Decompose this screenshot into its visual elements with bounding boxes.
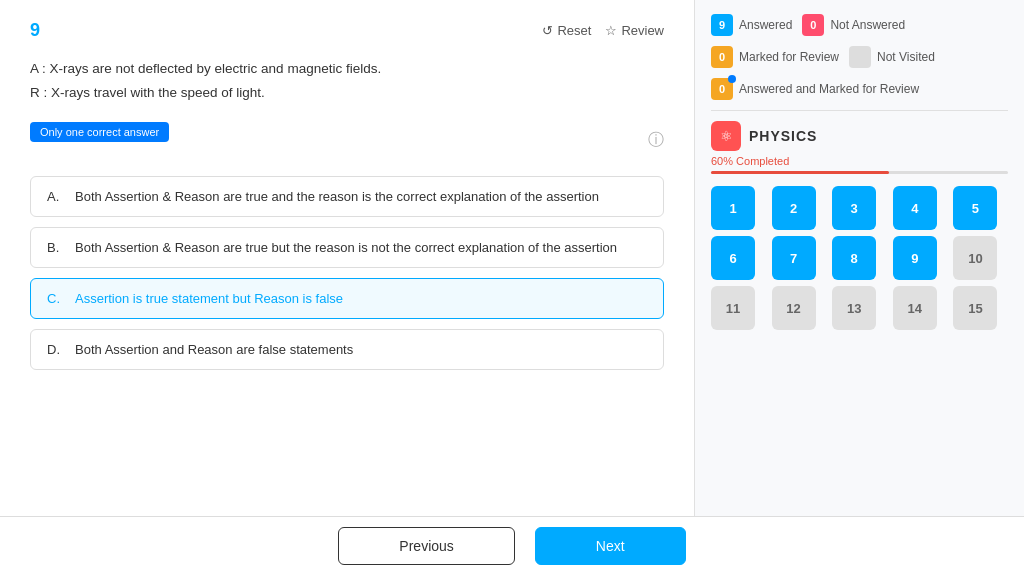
reason-line: R : X-rays travel with the speed of ligh… [30,81,664,105]
info-icon[interactable]: ⓘ [648,130,664,151]
option-a-label: A. [47,189,63,204]
option-c[interactable]: C. Assertion is true statement but Reaso… [30,278,664,319]
answered-marked-label: Answered and Marked for Review [739,82,919,96]
sidebar: 9 Answered 0 Not Answered 0 Marked for R… [694,0,1024,516]
question-grid: 1 2 3 4 5 6 7 8 9 10 11 12 13 14 15 [711,186,1008,330]
option-d-label: D. [47,342,63,357]
option-c-label: C. [47,291,63,306]
option-b-label: B. [47,240,63,255]
grid-btn-8[interactable]: 8 [832,236,876,280]
review-button[interactable]: ☆ Review [605,23,664,38]
subject-title: PHYSICS [749,128,817,144]
question-number: 9 [30,20,40,41]
bottom-nav: Previous Next [0,516,1024,575]
previous-button[interactable]: Previous [338,527,514,565]
grid-btn-12[interactable]: 12 [772,286,816,330]
option-b-text: Both Assertion & Reason are true but the… [75,240,617,255]
subject-icon: ⚛ [711,121,741,151]
legend-row-1: 9 Answered 0 Not Answered [711,14,1008,36]
legend-answered: 9 Answered [711,14,792,36]
answered-label: Answered [739,18,792,32]
grid-btn-6[interactable]: 6 [711,236,755,280]
question-header: 9 ↺ Reset ☆ Review [30,20,664,41]
option-c-text: Assertion is true statement but Reason i… [75,291,343,306]
grid-btn-11[interactable]: 11 [711,286,755,330]
grid-btn-5[interactable]: 5 [953,186,997,230]
progress-bar-background [711,171,1008,174]
grid-btn-13[interactable]: 13 [832,286,876,330]
question-panel: 9 ↺ Reset ☆ Review A : X-rays are not de… [0,0,694,516]
answered-badge: 9 [711,14,733,36]
next-button[interactable]: Next [535,527,686,565]
answered-marked-badge: 0 [711,78,733,100]
grid-btn-7[interactable]: 7 [772,236,816,280]
reset-icon: ↺ [542,23,553,38]
option-b[interactable]: B. Both Assertion & Reason are true but … [30,227,664,268]
option-a-text: Both Assertion & Reason are true and the… [75,189,599,204]
not-visited-badge [849,46,871,68]
answer-type-badge: Only one correct answer [30,122,169,142]
marked-label: Marked for Review [739,50,839,64]
progress-bar-fill [711,171,889,174]
not-answered-label: Not Answered [830,18,905,32]
legend-not-answered: 0 Not Answered [802,14,905,36]
grid-btn-1[interactable]: 1 [711,186,755,230]
reset-button[interactable]: ↺ Reset [542,23,591,38]
grid-btn-4[interactable]: 4 [893,186,937,230]
divider [711,110,1008,111]
legend-row-3: 0 Answered and Marked for Review [711,78,1008,100]
question-actions: ↺ Reset ☆ Review [542,23,664,38]
grid-btn-10[interactable]: 10 [953,236,997,280]
grid-btn-14[interactable]: 14 [893,286,937,330]
option-d[interactable]: D. Both Assertion and Reason are false s… [30,329,664,370]
progress-label: 60% Completed [711,155,1008,167]
legend-not-visited: Not Visited [849,46,935,68]
grid-btn-15[interactable]: 15 [953,286,997,330]
grid-btn-2[interactable]: 2 [772,186,816,230]
question-text: A : X-rays are not deflected by electric… [30,57,664,106]
assertion-line: A : X-rays are not deflected by electric… [30,57,664,81]
grid-btn-9[interactable]: 9 [893,236,937,280]
legend-answered-marked: 0 Answered and Marked for Review [711,78,919,100]
not-visited-label: Not Visited [877,50,935,64]
grid-btn-3[interactable]: 3 [832,186,876,230]
marked-badge: 0 [711,46,733,68]
not-answered-badge: 0 [802,14,824,36]
star-icon: ☆ [605,23,617,38]
option-d-text: Both Assertion and Reason are false stat… [75,342,353,357]
legend-row-2: 0 Marked for Review Not Visited [711,46,1008,68]
options-list: A. Both Assertion & Reason are true and … [30,176,664,370]
subject-header: ⚛ PHYSICS [711,121,1008,151]
legend-marked: 0 Marked for Review [711,46,839,68]
option-a[interactable]: A. Both Assertion & Reason are true and … [30,176,664,217]
